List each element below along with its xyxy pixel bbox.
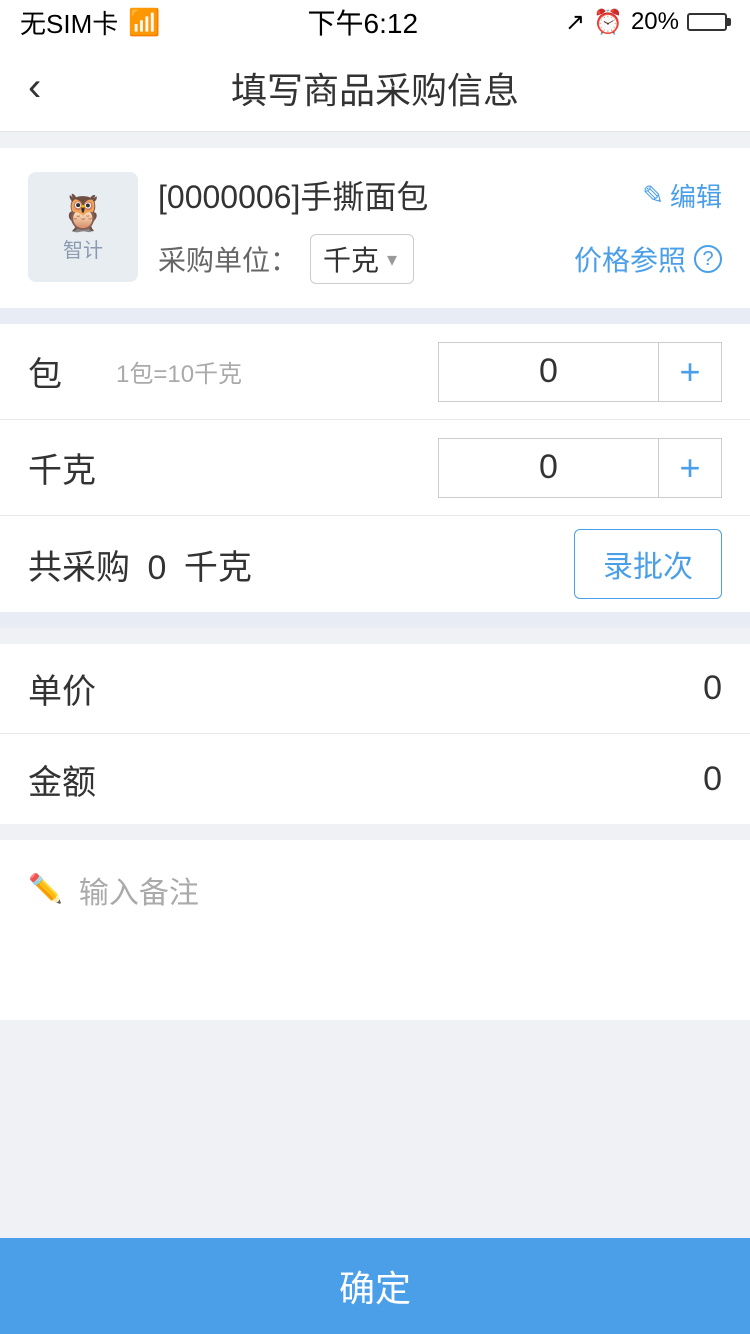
record-batch-button[interactable]: 录批次 <box>574 529 722 599</box>
status-time: 下午6:12 <box>308 2 419 42</box>
carrier-text: 无SIM卡 <box>20 4 118 41</box>
chevron-down-icon: ▾ <box>387 247 397 272</box>
price-ref-label: 价格参照 <box>574 239 686 279</box>
confirm-label: 确定 <box>339 1260 411 1312</box>
battery-percent: 20% <box>631 8 679 36</box>
summary-quantity: 0 <box>147 549 166 587</box>
price-row: 单价 0 <box>0 644 750 734</box>
summary-section: 共采购 0 千克 录批次 <box>0 516 750 612</box>
location-icon: ↗ <box>565 8 585 37</box>
nav-bar: ‹ 填写商品采购信息 <box>0 44 750 132</box>
product-name-row: [0000006]手撕面包 ✎ 编辑 <box>158 172 722 218</box>
bag-label: 包 <box>28 347 108 396</box>
bag-input-row: 包 1包=10千克 + <box>0 324 750 420</box>
price-value: 0 <box>703 669 722 708</box>
bag-plus-button[interactable]: + <box>658 342 722 402</box>
kg-plus-button[interactable]: + <box>658 438 722 498</box>
back-button[interactable]: ‹ <box>28 65 41 110</box>
bag-input[interactable] <box>438 342 658 402</box>
notes-placeholder: 输入备注 <box>79 868 199 912</box>
status-left: 无SIM卡 📶 <box>20 4 161 41</box>
bottom-spacer <box>0 1020 750 1116</box>
confirm-button[interactable]: 确定 <box>0 1238 750 1334</box>
amount-row: 金额 0 <box>0 734 750 824</box>
separator-2 <box>0 612 750 628</box>
info-icon: ? <box>694 245 722 273</box>
wifi-icon: 📶 <box>128 7 160 38</box>
notes-section[interactable]: ✏️ 输入备注 <box>0 840 750 1020</box>
bag-input-wrap: + <box>438 342 722 402</box>
edit-icon: ✎ <box>642 180 664 211</box>
price-label: 单价 <box>28 664 96 713</box>
amount-value: 0 <box>703 760 722 799</box>
page-title: 填写商品采购信息 <box>231 62 519 114</box>
product-unit-row: 采购单位： 千克 ▾ 价格参照 ? <box>158 234 722 284</box>
kg-label: 千克 <box>28 443 108 492</box>
summary-suffix: 千克 <box>184 549 252 587</box>
kg-input-row: 千克 + <box>0 420 750 516</box>
unit-dropdown[interactable]: 千克 ▾ <box>310 234 414 284</box>
price-ref-button[interactable]: 价格参照 ? <box>574 239 722 279</box>
product-image: 🦉 智计 <box>28 172 138 282</box>
status-right: ↗ ⏰ 20% <box>565 8 730 37</box>
battery-icon <box>687 13 730 31</box>
amount-label: 金额 <box>28 755 96 804</box>
pencil-icon: ✏️ <box>28 872 63 905</box>
product-logo-icon: 🦉 <box>61 192 106 234</box>
summary-prefix: 共采购 <box>28 549 130 587</box>
input-section: 包 1包=10千克 + 千克 + <box>0 324 750 516</box>
product-name: [0000006]手撕面包 <box>158 172 428 218</box>
product-info: [0000006]手撕面包 ✎ 编辑 采购单位： 千克 ▾ 价格参照 ? <box>158 172 722 284</box>
unit-label: 采购单位： <box>158 239 298 279</box>
alarm-icon: ⏰ <box>593 8 623 37</box>
kg-input[interactable] <box>438 438 658 498</box>
bag-sublabel: 1包=10千克 <box>116 354 438 389</box>
edit-button[interactable]: ✎ 编辑 <box>642 177 722 214</box>
product-logo-text: 智计 <box>63 234 103 263</box>
edit-label: 编辑 <box>670 177 722 214</box>
kg-input-wrap: + <box>438 438 722 498</box>
separator-1 <box>0 308 750 324</box>
price-amount-section: 单价 0 金额 0 <box>0 644 750 824</box>
summary-text: 共采购 0 千克 <box>28 540 252 589</box>
product-card: 🦉 智计 [0000006]手撕面包 ✎ 编辑 采购单位： 千克 ▾ 价格参照 … <box>0 148 750 308</box>
status-bar: 无SIM卡 📶 下午6:12 ↗ ⏰ 20% <box>0 0 750 44</box>
unit-value: 千克 <box>323 239 379 279</box>
